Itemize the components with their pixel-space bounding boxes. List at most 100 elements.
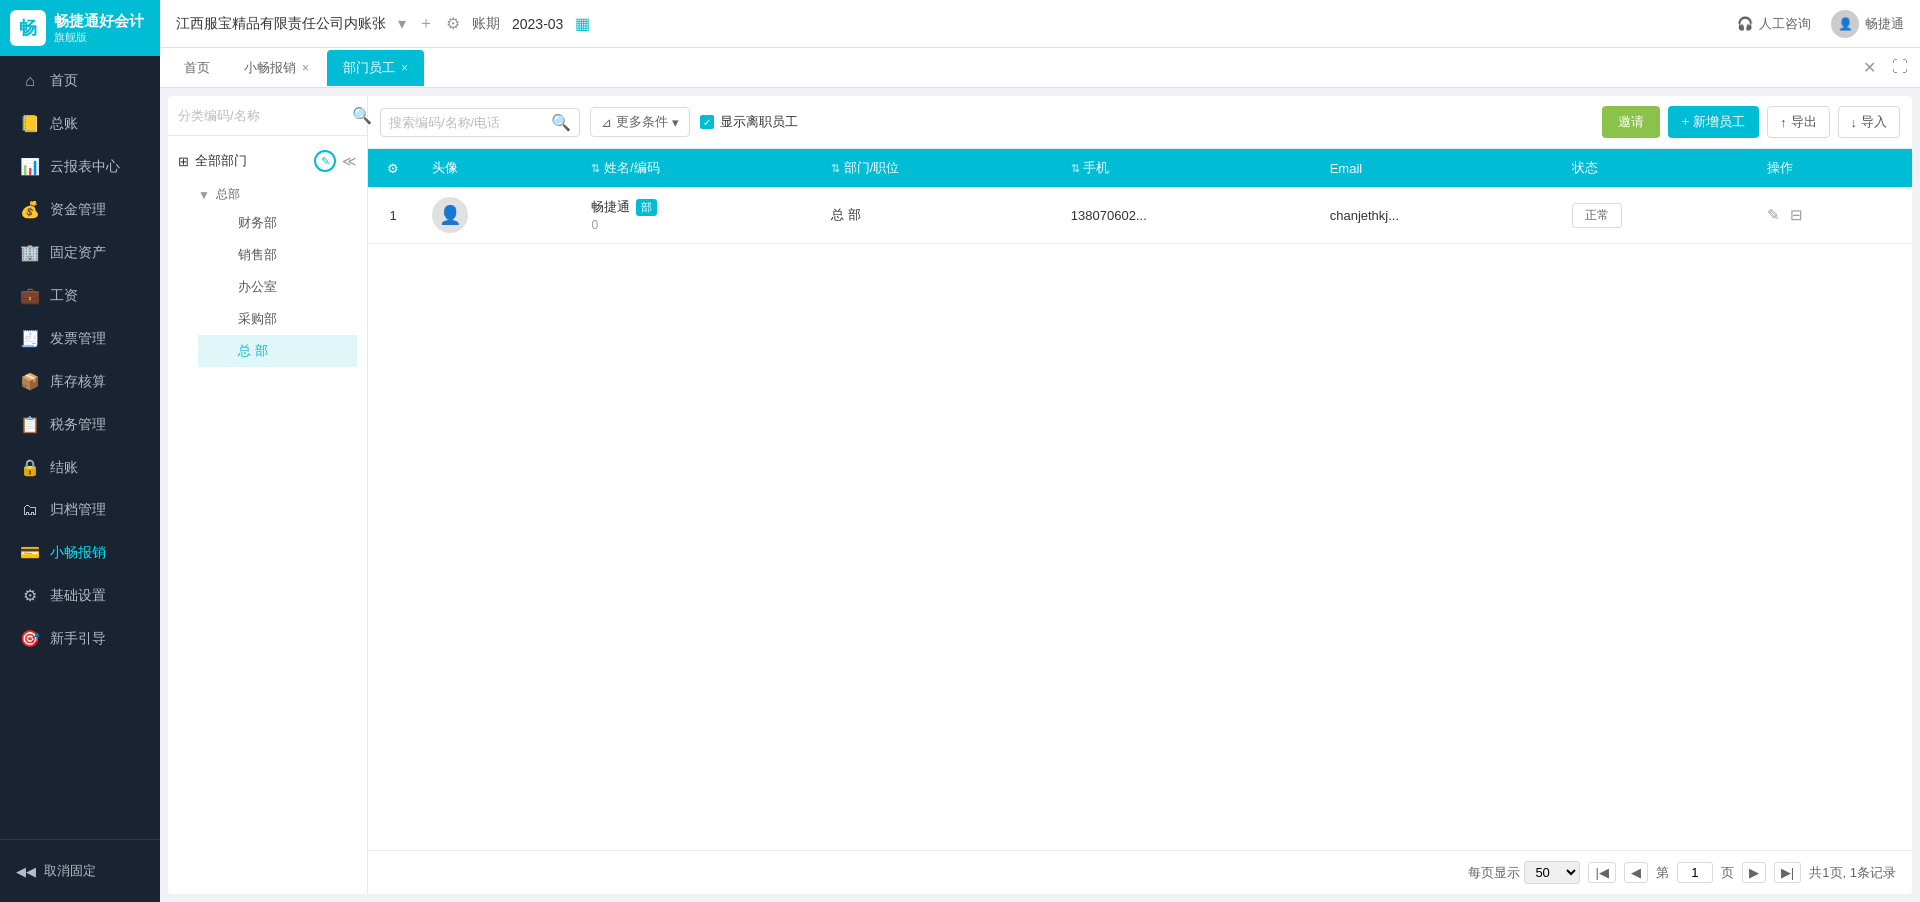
main-area: 江西服宝精品有限责任公司内账张 ▾ ＋ ⚙ 账期 2023-03 ▦ 🎧 人工咨…	[160, 0, 1920, 902]
dept-edit-button[interactable]: ✎	[314, 150, 336, 172]
first-page-button[interactable]: |◀	[1588, 862, 1615, 883]
maximize-button[interactable]: ⛶	[1888, 54, 1912, 81]
logo-title: 畅捷通好会计	[54, 12, 144, 30]
col-settings[interactable]: ⚙	[368, 149, 418, 187]
employee-search-box[interactable]: 🔍	[380, 108, 580, 137]
logo-text-block: 畅捷通好会计 旗舰版	[54, 12, 144, 45]
dept-badge: 部	[636, 199, 657, 216]
sidebar-logo: 畅 畅捷通好会计 旗舰版	[0, 0, 160, 56]
employee-code: 0	[591, 218, 803, 232]
dept-left-panel: 🔍 ⊞ 全部部门 ✎ ≪ ▼ 总部	[168, 96, 368, 894]
tab-expense-close[interactable]: ×	[302, 61, 309, 75]
dept-search-input[interactable]	[178, 108, 346, 123]
sidebar-item-guide[interactable]: 🎯 新手引导	[0, 617, 160, 660]
tab-home-label: 首页	[184, 59, 210, 77]
row-dept: 总 部	[817, 187, 1057, 244]
sidebar-nav: ⌂ 首页 📒 总账 📊 云报表中心 💰 资金管理 🏢 固定资产 💼 工资 🧾 发…	[0, 56, 160, 839]
per-page-select[interactable]: 50 100	[1524, 861, 1580, 884]
period-label: 账期	[472, 15, 500, 33]
salary-icon: 💼	[20, 286, 40, 305]
col-phone[interactable]: ⇅ 手机	[1057, 149, 1316, 187]
employee-table: ⚙ 头像 ⇅ 姓名/编码 ⇅ 部门/职位 ⇅	[368, 149, 1912, 244]
collapse-icon[interactable]: ≪	[342, 153, 357, 169]
ledger-icon: 📒	[20, 114, 40, 133]
company-dropdown-icon[interactable]: ▾	[398, 14, 406, 33]
service-button[interactable]: 🎧 人工咨询	[1737, 15, 1811, 33]
tab-employees[interactable]: 部门员工 ×	[327, 50, 424, 86]
logo-subtitle: 旗舰版	[54, 30, 144, 45]
export-button[interactable]: ↑ 导出	[1767, 106, 1830, 138]
close-panel-button[interactable]: ✕	[1859, 54, 1880, 81]
sort-icon: ⇅	[1071, 162, 1080, 174]
user-menu[interactable]: 👤 畅捷通	[1831, 10, 1904, 38]
sidebar-item-expense[interactable]: 💳 小畅报销	[0, 531, 160, 574]
root-dept-item[interactable]: ▼ 总部	[198, 182, 357, 207]
import-button[interactable]: ↓ 导入	[1838, 106, 1901, 138]
calendar-icon[interactable]: ▦	[575, 14, 590, 33]
import-label: 导入	[1861, 113, 1887, 131]
sidebar: 畅 畅捷通好会计 旗舰版 ⌂ 首页 📒 总账 📊 云报表中心 💰 资金管理 🏢 …	[0, 0, 160, 902]
expense-icon: 💳	[20, 543, 40, 562]
sidebar-item-tax[interactable]: 📋 税务管理	[0, 403, 160, 446]
row-avatar: 👤	[418, 187, 577, 244]
sidebar-item-home[interactable]: ⌂ 首页	[0, 60, 160, 102]
sidebar-item-closing[interactable]: 🔒 结账	[0, 446, 160, 489]
sidebar-item-ledger[interactable]: 📒 总账	[0, 102, 160, 145]
sidebar-item-invoice[interactable]: 🧾 发票管理	[0, 317, 160, 360]
show-resigned-toggle[interactable]: ✓ 显示离职员工	[700, 113, 798, 131]
dept-tree: ⊞ 全部部门 ✎ ≪ ▼ 总部 财务部	[168, 136, 367, 894]
cancel-pin-button[interactable]: ◀◀ 取消固定	[0, 852, 160, 890]
employee-toolbar: 🔍 ⊿ 更多条件 ▾ ✓ 显示离职员工 邀请 + 新增员工 ↑ 导出	[368, 96, 1912, 149]
sidebar-item-label: 税务管理	[50, 416, 106, 434]
tab-employees-close[interactable]: ×	[401, 61, 408, 75]
dept-item-head[interactable]: 总 部	[198, 335, 357, 367]
inventory-icon: 📦	[20, 372, 40, 391]
tab-home[interactable]: 首页	[168, 50, 226, 86]
sidebar-item-label: 工资	[50, 287, 78, 305]
col-dept-position[interactable]: ⇅ 部门/职位	[817, 149, 1057, 187]
col-email: Email	[1316, 149, 1559, 187]
sidebar-item-settings[interactable]: ⚙ 基础设置	[0, 574, 160, 617]
filter-button[interactable]: ⊿ 更多条件 ▾	[590, 107, 690, 137]
all-dept-item[interactable]: ⊞ 全部部门 ✎ ≪	[168, 144, 367, 178]
prev-page-button[interactable]: ◀	[1624, 862, 1648, 883]
sidebar-item-reports[interactable]: 📊 云报表中心	[0, 145, 160, 188]
sidebar-item-label: 发票管理	[50, 330, 106, 348]
sidebar-item-label: 首页	[50, 72, 78, 90]
content-area: 🔍 ⊞ 全部部门 ✎ ≪ ▼ 总部	[168, 96, 1912, 894]
dept-item-office[interactable]: 办公室	[198, 271, 357, 303]
filter-icon: ⊿	[601, 115, 612, 130]
next-page-button[interactable]: ▶	[1742, 862, 1766, 883]
sidebar-item-assets[interactable]: 🏢 固定资产	[0, 231, 160, 274]
sidebar-item-finance[interactable]: 💰 资金管理	[0, 188, 160, 231]
dept-item-sales[interactable]: 销售部	[198, 239, 357, 271]
settings-icon: ⚙	[20, 586, 40, 605]
sidebar-item-inventory[interactable]: 📦 库存核算	[0, 360, 160, 403]
chevron-down-icon: ▾	[672, 115, 679, 130]
settings-button[interactable]: ⚙	[446, 14, 460, 33]
invite-button[interactable]: 邀请	[1602, 106, 1660, 138]
col-name-code[interactable]: ⇅ 姓名/编码	[577, 149, 817, 187]
row-email: chanjethkj...	[1316, 187, 1559, 244]
home-icon: ⌂	[20, 72, 40, 90]
sidebar-item-archive[interactable]: 🗂 归档管理	[0, 489, 160, 531]
add-tab-button[interactable]: ＋	[418, 13, 434, 34]
col-actions: 操作	[1753, 149, 1912, 187]
archive-icon: 🗂	[20, 501, 40, 519]
search-icon[interactable]: 🔍	[551, 113, 571, 132]
all-dept-label: 全部部门	[195, 152, 247, 170]
add-employee-button[interactable]: + 新增员工	[1668, 106, 1759, 138]
last-page-button[interactable]: ▶|	[1774, 862, 1801, 883]
tab-bar: 首页 小畅报销 × 部门员工 × ✕ ⛶	[160, 48, 1920, 88]
dept-item-purchase[interactable]: 采购部	[198, 303, 357, 335]
logo-icon: 畅	[10, 10, 46, 46]
edit-button[interactable]: ✎	[1767, 206, 1780, 224]
tab-expense[interactable]: 小畅报销 ×	[228, 50, 325, 86]
employee-search-input[interactable]	[389, 115, 545, 130]
sidebar-item-salary[interactable]: 💼 工资	[0, 274, 160, 317]
page-number-input[interactable]	[1677, 862, 1713, 883]
pin-icon: ◀◀	[16, 864, 36, 879]
delete-button[interactable]: ⊟	[1790, 206, 1803, 224]
root-dept-name: 总部	[216, 186, 240, 203]
dept-item-finance[interactable]: 财务部	[198, 207, 357, 239]
